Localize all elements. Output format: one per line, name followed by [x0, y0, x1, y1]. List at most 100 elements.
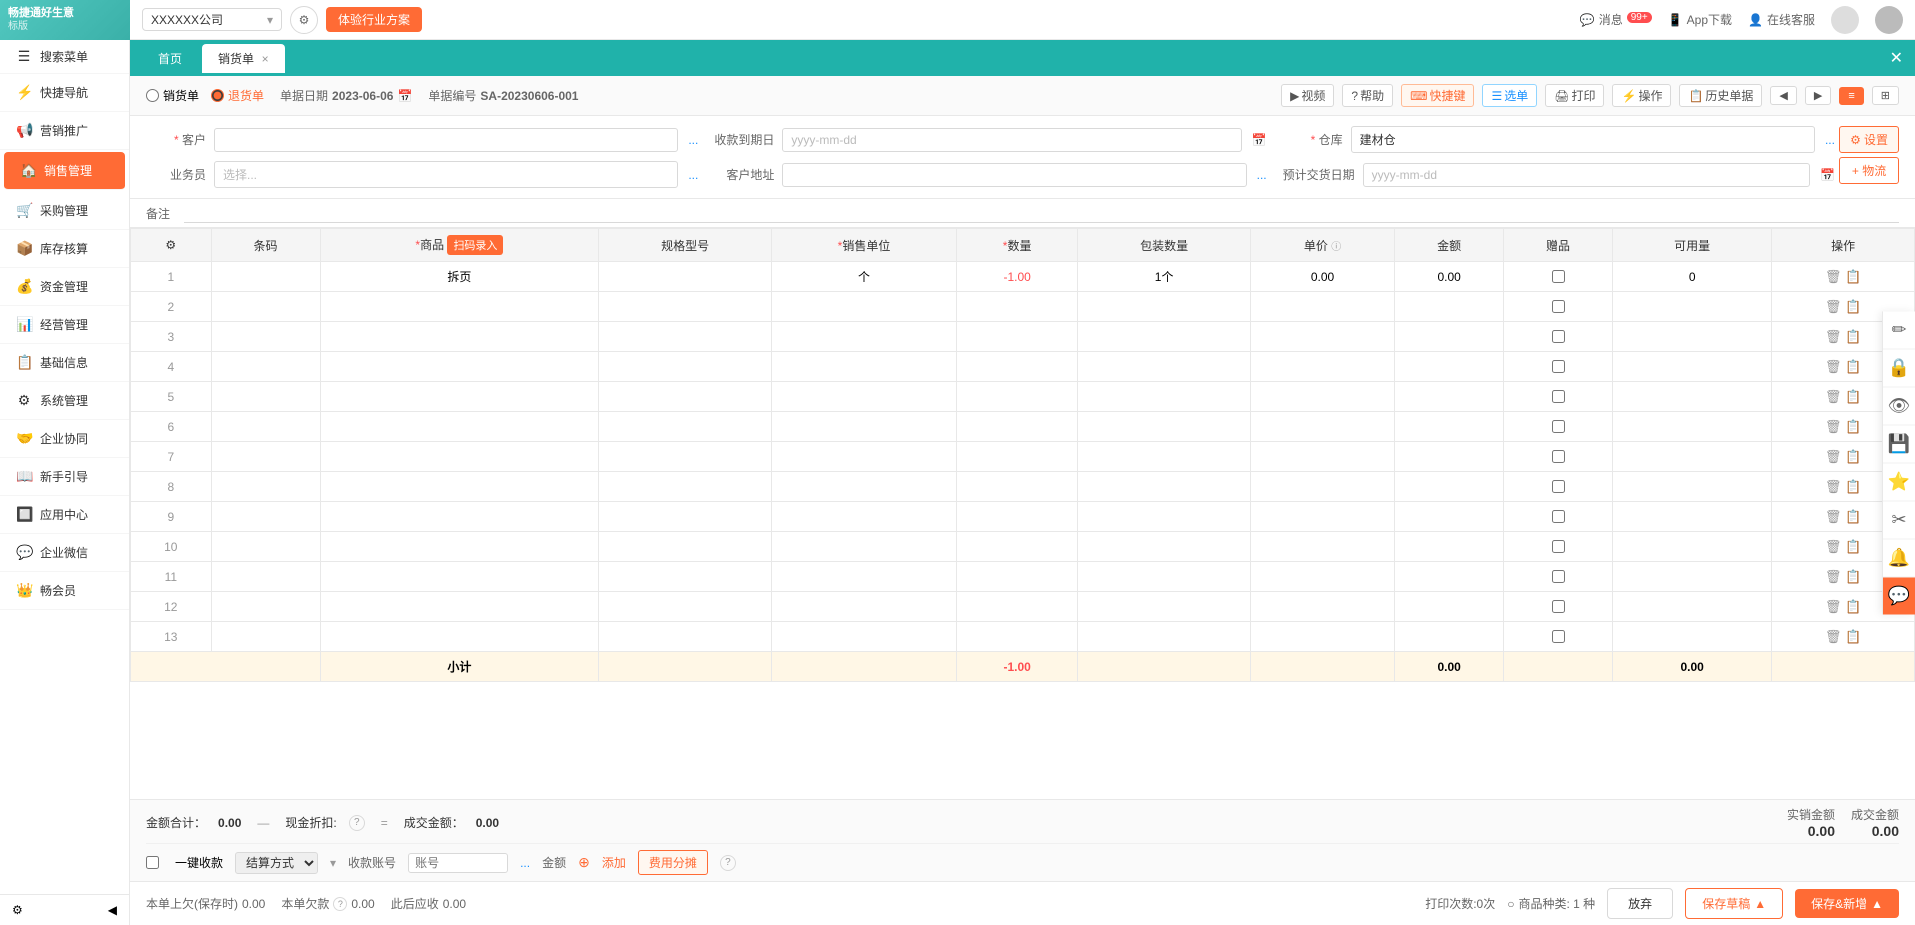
customer-addr-dots[interactable]: ... — [1257, 168, 1267, 182]
user-avatar2[interactable] — [1875, 6, 1903, 34]
sidebar-settings-icon[interactable]: ⚙ — [12, 903, 23, 917]
row-gift[interactable] — [1504, 262, 1613, 292]
sidebar-item-guide[interactable]: 📖 新手引导 — [0, 458, 129, 496]
sidebar-item-ops[interactable]: 📊 经营管理 — [0, 306, 129, 344]
delete-row-button[interactable]: 🗑 — [1825, 419, 1842, 435]
scan-button[interactable]: 扫码录入 — [447, 235, 503, 255]
col-settings[interactable]: ⚙ — [131, 229, 212, 262]
delete-row-button[interactable]: 🗑 — [1825, 299, 1842, 315]
calc-method-select[interactable]: 结算方式 — [235, 852, 318, 874]
radio-return-order[interactable]: 退货单 — [211, 87, 264, 104]
copy-row-button[interactable]: 📋 — [1845, 509, 1861, 525]
expected-date-input[interactable]: yyyy-mm-dd — [1363, 163, 1810, 187]
copy-row-button[interactable]: 📋 — [1845, 629, 1861, 645]
calendar-icon[interactable]: 📅 — [397, 89, 412, 103]
warehouse-dots[interactable]: ... — [1825, 133, 1835, 147]
sidebar-item-system[interactable]: ⚙ 系统管理 — [0, 382, 129, 420]
copy-row-button[interactable]: 📋 — [1845, 479, 1861, 495]
select-button[interactable]: ☰ 选单 — [1482, 84, 1537, 107]
tab-sales-order[interactable]: 销货单 × — [202, 44, 285, 73]
salesperson-input[interactable]: 选择... — [214, 161, 678, 188]
copy-row-button[interactable]: 📋 — [1845, 419, 1861, 435]
prev-record-button[interactable]: ◀ — [1770, 86, 1796, 105]
delete-row-button[interactable]: 🗑 — [1825, 359, 1842, 375]
company-selector[interactable]: XXXXXX公司 ▾ — [142, 8, 282, 31]
due-date-input[interactable]: yyyy-mm-dd — [782, 128, 1241, 152]
list-view-button[interactable]: ≡ — [1839, 87, 1863, 105]
row-pack-qty[interactable]: 1个 — [1078, 262, 1251, 292]
right-float-star[interactable]: ⭐ — [1883, 463, 1915, 501]
row-amount[interactable]: 0.00 — [1395, 262, 1504, 292]
online-service-action[interactable]: 👤 在线客服 — [1748, 11, 1815, 28]
sidebar-item-purchase[interactable]: 🛒 采购管理 — [0, 192, 129, 230]
delete-row-button[interactable]: 🗑 — [1825, 449, 1842, 465]
fee-help-icon[interactable]: ? — [720, 855, 736, 871]
help-button[interactable]: ? 帮助 — [1342, 84, 1393, 107]
history-button[interactable]: 📋 历史单据 — [1679, 84, 1762, 107]
grid-view-button[interactable]: ⊞ — [1872, 86, 1899, 105]
goods-type-indicator[interactable]: ○ 商品种类: 1 种 — [1507, 895, 1595, 912]
copy-row-button[interactable]: 📋 — [1845, 539, 1861, 555]
right-float-orange[interactable]: 💬 — [1883, 577, 1915, 614]
right-float-notify[interactable]: 🔔 — [1883, 539, 1915, 577]
sidebar-item-quick-nav[interactable]: ⚡ 快捷导航 — [0, 74, 129, 112]
sidebar-item-finance[interactable]: 💰 资金管理 — [0, 268, 129, 306]
right-float-view[interactable]: 👁 — [1883, 387, 1915, 425]
sidebar-item-collab[interactable]: 🤝 企业协同 — [0, 420, 129, 458]
expected-date-calendar-icon[interactable]: 📅 — [1820, 168, 1835, 182]
customer-input[interactable] — [214, 128, 678, 152]
sidebar-item-base[interactable]: 📋 基础信息 — [0, 344, 129, 382]
sidebar-item-app[interactable]: 🔲 应用中心 — [0, 496, 129, 534]
copy-row-button[interactable]: 📋 — [1845, 329, 1861, 345]
settings-button[interactable]: ⚙ 设置 — [1839, 126, 1899, 153]
row-quantity[interactable]: -1.00 — [957, 262, 1078, 292]
tab-home[interactable]: 首页 — [142, 44, 198, 73]
settings-gear-button[interactable]: ⚙ — [290, 6, 318, 34]
delete-row-button[interactable]: 🗑 — [1825, 569, 1842, 585]
radio-sales-order[interactable]: 销货单 — [146, 87, 199, 104]
next-record-button[interactable]: ▶ — [1805, 86, 1831, 105]
copy-row-button[interactable]: 📋 — [1845, 269, 1861, 285]
row-spec[interactable] — [599, 262, 772, 292]
sidebar-item-wechat[interactable]: 💬 企业微信 — [0, 534, 129, 572]
sidebar-item-member[interactable]: 👑 畅会员 — [0, 572, 129, 610]
tab-close-button[interactable]: × — [262, 52, 269, 66]
one-click-pay-checkbox[interactable] — [146, 856, 159, 869]
customer-addr-input[interactable] — [782, 163, 1246, 187]
right-float-clip[interactable]: ✂ — [1883, 501, 1915, 539]
right-float-lock[interactable]: 🔒 — [1883, 349, 1915, 387]
warehouse-input[interactable]: 建材仓 — [1351, 126, 1815, 153]
sidebar-item-sales[interactable]: 🏠 销售管理 — [4, 152, 125, 190]
app-download-action[interactable]: 📱 App下载 — [1668, 11, 1732, 28]
copy-row-button[interactable]: 📋 — [1845, 599, 1861, 615]
due-date-calendar-icon[interactable]: 📅 — [1252, 133, 1267, 147]
delete-row-button[interactable]: 🗑 — [1825, 269, 1842, 285]
user-avatar[interactable] — [1831, 6, 1859, 34]
sidebar-collapse-icon[interactable]: ◀ — [108, 903, 117, 917]
message-action[interactable]: 💬 消息 99+ — [1580, 11, 1652, 28]
row-unit[interactable]: 个 — [771, 262, 956, 292]
copy-row-button[interactable]: 📋 — [1845, 449, 1861, 465]
copy-row-button[interactable]: 📋 — [1845, 389, 1861, 405]
delete-row-button[interactable]: 🗑 — [1825, 329, 1842, 345]
sidebar-item-marketing[interactable]: 📢 营销推广 — [0, 112, 129, 150]
close-all-tabs-button[interactable]: ✕ — [1890, 48, 1903, 68]
delete-row-button[interactable]: 🗑 — [1825, 479, 1842, 495]
account-input[interactable] — [408, 853, 508, 873]
copy-row-button[interactable]: 📋 — [1845, 359, 1861, 375]
row-unit-price[interactable]: 0.00 — [1250, 262, 1394, 292]
row-barcode[interactable] — [211, 262, 320, 292]
dots-account[interactable]: ... — [520, 856, 530, 870]
row-product[interactable]: 拆页 — [320, 262, 599, 292]
delete-row-button[interactable]: 🗑 — [1825, 599, 1842, 615]
shortcut-button[interactable]: ⌨ 快捷键 — [1401, 84, 1474, 107]
note-input[interactable] — [184, 203, 1899, 223]
print-button[interactable]: 🖨 打印 — [1545, 84, 1604, 107]
operation-button[interactable]: ⚡ 操作 — [1612, 84, 1671, 107]
save-draft-button[interactable]: 保存草稿 ▲ — [1685, 888, 1783, 919]
salesperson-dots[interactable]: ... — [688, 168, 698, 182]
right-float-save[interactable]: 💾 — [1883, 425, 1915, 463]
delete-row-button[interactable]: 🗑 — [1825, 539, 1842, 555]
save-new-button[interactable]: 保存&新增 ▲ — [1795, 889, 1899, 918]
customer-dots[interactable]: ... — [688, 133, 698, 147]
